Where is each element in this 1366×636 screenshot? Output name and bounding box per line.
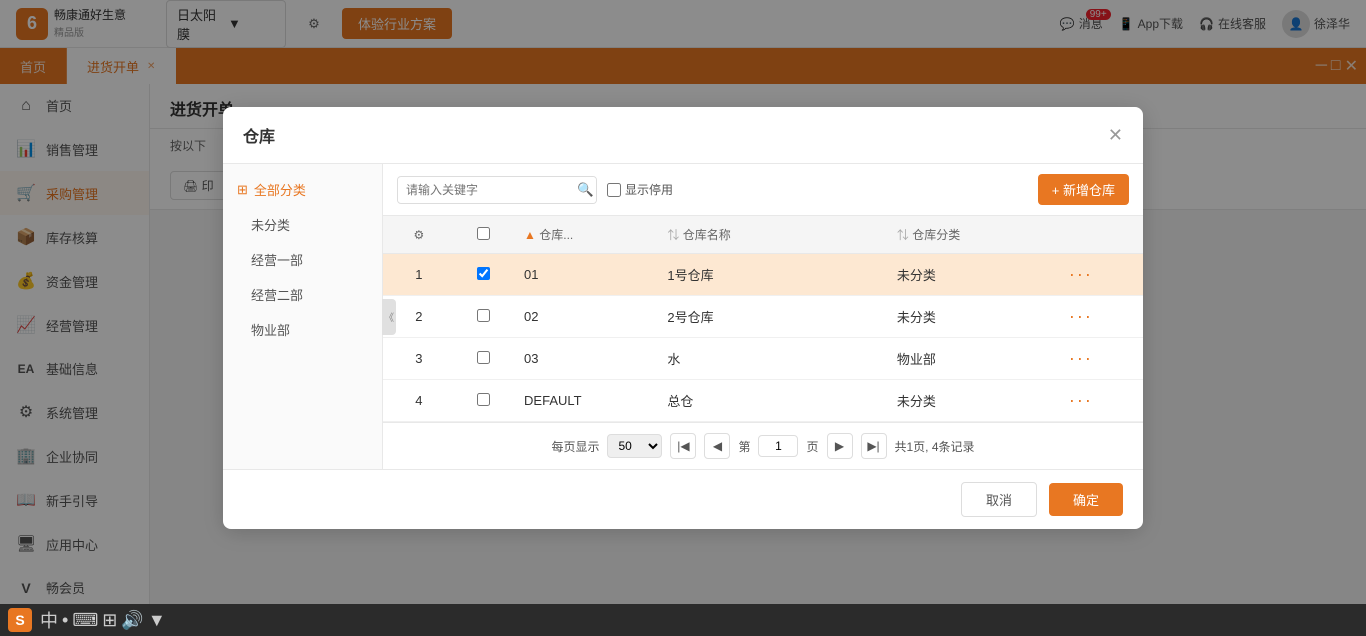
dialog-title: 仓库 (243, 123, 275, 147)
search-input[interactable] (398, 178, 569, 202)
row-cat: 未分类 (885, 380, 1057, 422)
col-ops-header (1057, 216, 1143, 254)
row-cat: 未分类 (885, 296, 1057, 338)
row-more-icon[interactable]: ··· (1069, 306, 1093, 326)
search-icon-btn[interactable]: 🔍 (569, 177, 597, 203)
cat-item-ops1[interactable]: 经营一部 (223, 242, 382, 277)
show-disabled-label[interactable]: 显示停用 (607, 181, 673, 198)
row-name: 2号仓库 (655, 296, 884, 338)
row-cat: 未分类 (885, 254, 1057, 296)
row-code: 01 (512, 254, 655, 296)
prev-page-btn[interactable]: ◀ (704, 433, 730, 459)
per-page-select[interactable]: 102050100 (607, 434, 662, 458)
row-name: 1号仓库 (655, 254, 884, 296)
taskbar-item-keyboard[interactable]: ⌨ (72, 610, 98, 631)
row-checkbox-cell[interactable] (455, 380, 512, 422)
dialog-header: 仓库 ✕ (223, 107, 1143, 164)
row-index: 3 (383, 338, 455, 380)
row-more-icon[interactable]: ··· (1069, 390, 1093, 410)
dialog-close-icon[interactable]: ✕ (1108, 125, 1123, 146)
row-checkbox-cell[interactable] (455, 338, 512, 380)
taskbar-items: 中 • ⌨ ⊞ 🔊 ▼ (40, 607, 166, 633)
add-warehouse-btn[interactable]: + 新增仓库 (1038, 174, 1129, 205)
row-index: 1 (383, 254, 455, 296)
row-cat: 物业部 (885, 338, 1057, 380)
warehouse-dialog: 仓库 ✕ ⊞ 全部分类 未分类 经营一部 经营二部 (223, 107, 1143, 529)
row-checkbox[interactable] (477, 393, 490, 406)
table-row[interactable]: 4 DEFAULT 总仓 未分类 ··· (383, 380, 1143, 422)
cat-item-property[interactable]: 物业部 (223, 312, 382, 347)
row-checkbox[interactable] (477, 351, 490, 364)
row-checkbox[interactable] (477, 267, 490, 280)
row-code: DEFAULT (512, 380, 655, 422)
category-sidebar: ⊞ 全部分类 未分类 经营一部 经营二部 物业部 《 (223, 164, 383, 469)
grid-icon: ⊞ (237, 182, 248, 198)
row-actions[interactable]: ··· (1057, 338, 1143, 380)
all-categories-item[interactable]: ⊞ 全部分类 (223, 172, 382, 207)
select-all-checkbox[interactable] (477, 227, 490, 240)
row-checkbox-cell[interactable] (455, 296, 512, 338)
first-page-btn[interactable]: |◀ (670, 433, 696, 459)
row-code: 02 (512, 296, 655, 338)
collapse-icon: 《 (384, 309, 394, 324)
warehouse-table: ⚙ ▲ 仓库... ⇅ (383, 216, 1143, 422)
taskbar-item-audio[interactable]: 🔊 (121, 610, 143, 631)
taskbar-item-zh[interactable]: 中 (40, 607, 58, 633)
pagination: 每页显示 102050100 |◀ ◀ 第 页 ▶ ▶| 共1页, 4条记录 (383, 422, 1143, 469)
col-name-header: ⇅ 仓库名称 (655, 216, 884, 254)
table-header-row: ⚙ ▲ 仓库... ⇅ (383, 216, 1143, 254)
show-disabled-checkbox[interactable] (607, 183, 621, 197)
cat-item-ops2[interactable]: 经营二部 (223, 277, 382, 312)
row-more-icon[interactable]: ··· (1069, 264, 1093, 284)
taskbar: S 中 • ⌨ ⊞ 🔊 ▼ (0, 604, 1366, 636)
sidebar-collapse-btn[interactable]: 《 (382, 299, 396, 335)
row-name: 水 (655, 338, 884, 380)
cat-item-unclassified[interactable]: 未分类 (223, 207, 382, 242)
row-actions[interactable]: ··· (1057, 296, 1143, 338)
col-settings-header[interactable]: ⚙ (383, 216, 455, 254)
dialog-body: ⊞ 全部分类 未分类 经营一部 经营二部 物业部 《 (223, 164, 1143, 469)
next-page-btn[interactable]: ▶ (827, 433, 853, 459)
last-page-btn[interactable]: ▶| (861, 433, 887, 459)
taskbar-item-grid[interactable]: ⊞ (102, 610, 117, 631)
table-row[interactable]: 2 02 2号仓库 未分类 ··· (383, 296, 1143, 338)
search-box: 🔍 (397, 176, 597, 204)
taskbar-logo: S (8, 608, 32, 632)
table-row[interactable]: 3 03 水 物业部 ··· (383, 338, 1143, 380)
row-actions[interactable]: ··· (1057, 254, 1143, 296)
row-actions[interactable]: ··· (1057, 380, 1143, 422)
row-index: 4 (383, 380, 455, 422)
page-input[interactable] (758, 435, 798, 457)
dialog-footer: 取消 确定 (223, 469, 1143, 529)
row-checkbox-cell[interactable] (455, 254, 512, 296)
dialog-overlay: 仓库 ✕ ⊞ 全部分类 未分类 经营一部 经营二部 (0, 0, 1366, 636)
confirm-btn[interactable]: 确定 (1049, 483, 1123, 516)
dialog-toolbar: 🔍 显示停用 + 新增仓库 (383, 164, 1143, 216)
row-code: 03 (512, 338, 655, 380)
col-cat-header: ⇅ 仓库分类 (885, 216, 1057, 254)
taskbar-item-dot[interactable]: • (62, 610, 68, 631)
cancel-btn[interactable]: 取消 (961, 482, 1037, 517)
table-row[interactable]: 1 01 1号仓库 未分类 ··· (383, 254, 1143, 296)
col-check-header[interactable] (455, 216, 512, 254)
col-code-header: ▲ 仓库... (512, 216, 655, 254)
row-checkbox[interactable] (477, 309, 490, 322)
row-name: 总仓 (655, 380, 884, 422)
dialog-main: 🔍 显示停用 + 新增仓库 ⚙ (383, 164, 1143, 469)
taskbar-item-dropdown[interactable]: ▼ (148, 610, 166, 631)
row-more-icon[interactable]: ··· (1069, 348, 1093, 368)
